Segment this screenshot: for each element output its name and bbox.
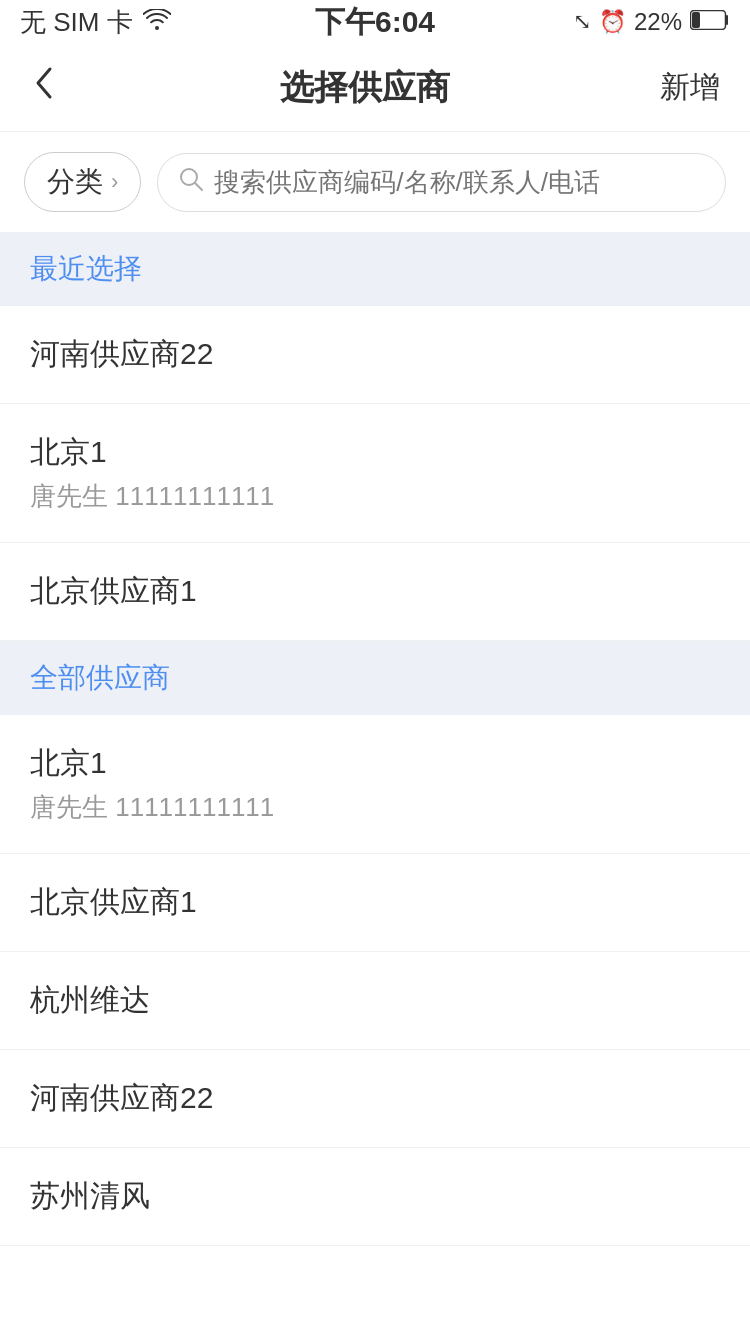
item-name: 苏州清风 — [30, 1176, 720, 1217]
item-name: 北京1 — [30, 743, 720, 784]
recent-section-label: 最近选择 — [30, 253, 142, 284]
all-section-label: 全部供应商 — [30, 662, 170, 693]
search-icon — [178, 166, 204, 199]
all-list: 北京1 唐先生 11111111111 北京供应商1 杭州维达 河南供应商22 … — [0, 715, 750, 1246]
filter-bar: 分类 › — [0, 132, 750, 232]
page-title: 选择供应商 — [90, 65, 640, 111]
item-name: 河南供应商22 — [30, 334, 720, 375]
svg-line-3 — [195, 183, 202, 190]
add-button[interactable]: 新增 — [640, 67, 720, 108]
battery-text: 22% — [634, 8, 682, 36]
chevron-right-icon: › — [111, 169, 118, 195]
all-list-item[interactable]: 杭州维达 — [0, 952, 750, 1050]
location-icon: ⤡ — [573, 9, 591, 35]
category-label: 分类 — [47, 163, 103, 201]
recent-list-item[interactable]: 北京供应商1 — [0, 543, 750, 641]
item-name: 杭州维达 — [30, 980, 720, 1021]
wifi-icon — [143, 7, 171, 38]
all-list-item[interactable]: 苏州清风 — [0, 1148, 750, 1246]
all-list-item[interactable]: 北京供应商1 — [0, 854, 750, 952]
status-left: 无 SIM 卡 — [20, 5, 171, 40]
recent-list: 河南供应商22 北京1 唐先生 11111111111 北京供应商1 — [0, 306, 750, 641]
status-right: ⤡ ⏰ 22% — [573, 8, 730, 36]
status-bar: 无 SIM 卡 下午6:04 ⤡ ⏰ 22% — [0, 0, 750, 44]
recent-list-item[interactable]: 北京1 唐先生 11111111111 — [0, 404, 750, 543]
recent-section-header: 最近选择 — [0, 232, 750, 306]
recent-list-item[interactable]: 河南供应商22 — [0, 306, 750, 404]
nav-bar: 选择供应商 新增 — [0, 44, 750, 132]
alarm-icon: ⏰ — [599, 9, 626, 35]
search-input[interactable] — [214, 167, 705, 198]
svg-rect-1 — [692, 12, 700, 28]
item-name: 北京1 — [30, 432, 720, 473]
battery-icon — [690, 8, 730, 36]
item-sub: 唐先生 11111111111 — [30, 479, 720, 514]
all-section-header: 全部供应商 — [0, 641, 750, 715]
category-filter-button[interactable]: 分类 › — [24, 152, 141, 212]
item-name: 河南供应商22 — [30, 1078, 720, 1119]
time-display: 下午6:04 — [315, 2, 435, 43]
item-sub: 唐先生 11111111111 — [30, 790, 720, 825]
search-bar[interactable] — [157, 153, 726, 212]
item-name: 北京供应商1 — [30, 882, 720, 923]
carrier-text: 无 SIM 卡 — [20, 5, 133, 40]
item-name: 北京供应商1 — [30, 571, 720, 612]
all-list-item[interactable]: 北京1 唐先生 11111111111 — [0, 715, 750, 854]
back-button[interactable] — [30, 61, 90, 114]
all-list-item[interactable]: 河南供应商22 — [0, 1050, 750, 1148]
